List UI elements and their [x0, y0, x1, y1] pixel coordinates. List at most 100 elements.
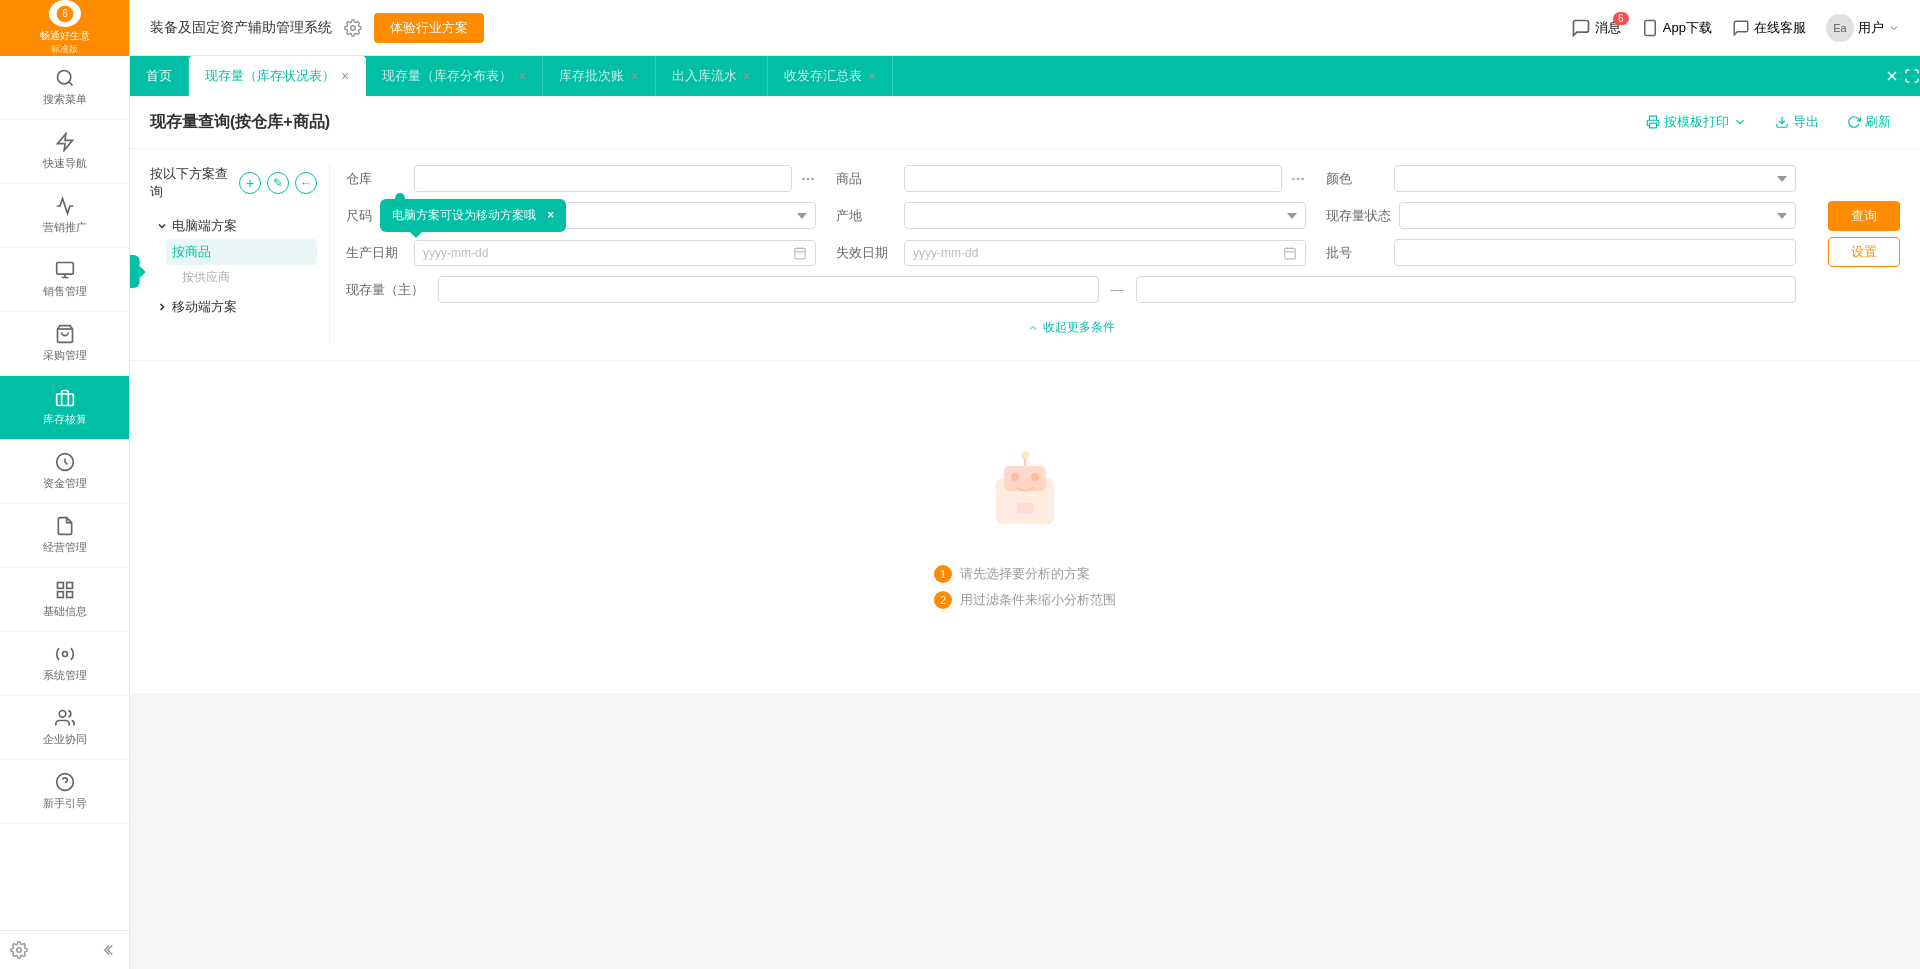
- tab-in-out-flow[interactable]: 出入库流水 ×: [656, 56, 768, 96]
- logo-icon: 6: [49, 0, 81, 27]
- app-download-btn[interactable]: App下载: [1641, 19, 1712, 37]
- content-area: 现存量查询(按仓库+商品) 按模板打印 导出 刷新: [130, 96, 1920, 969]
- sidebar-item-sales[interactable]: 销售管理: [0, 248, 129, 312]
- industry-btn[interactable]: 体验行业方案: [374, 13, 484, 43]
- expire-date-start[interactable]: yyyy-mm-dd: [904, 240, 1306, 266]
- system-settings-icon[interactable]: [344, 19, 362, 37]
- color-select[interactable]: [1394, 165, 1796, 192]
- online-service-btn[interactable]: 在线客服: [1732, 19, 1806, 37]
- empty-state: 1 请先选择要分析的方案 2 用过滤条件来缩小分析范围: [130, 361, 1920, 693]
- sidebar-item-basic[interactable]: 基础信息: [0, 568, 129, 632]
- sidebar-item-enterprise[interactable]: 企业协同: [0, 696, 129, 760]
- tab-inventory-status-close[interactable]: ×: [341, 69, 349, 83]
- dot-indicator: [395, 193, 405, 203]
- user-avatar: Ea: [1826, 14, 1854, 42]
- reset-btn[interactable]: 设置: [1828, 237, 1900, 267]
- message-btn[interactable]: 6 消息: [1571, 18, 1621, 38]
- svg-point-26: [1293, 178, 1294, 179]
- scheme-item-goods[interactable]: 按商品: [166, 239, 317, 265]
- sidebar-item-operations[interactable]: 经营管理: [0, 504, 129, 568]
- tooltip1-close[interactable]: ×: [547, 208, 554, 222]
- sidebar-item-marketing[interactable]: 营销推广: [0, 184, 129, 248]
- collapse-icon: [1027, 322, 1039, 334]
- tab-home-label: 首页: [146, 67, 172, 85]
- sidebar-item-purchase-label: 采购管理: [43, 348, 87, 363]
- back-scheme-btn[interactable]: ←: [295, 172, 317, 194]
- batch-input[interactable]: [1394, 239, 1796, 266]
- tooltip-scheme-info: 电脑方案可设为移动方案哦 ×: [380, 199, 566, 232]
- tab-inventory-dist[interactable]: 现存量（库存分布表） ×: [366, 56, 543, 96]
- top-header: 装备及固定资产辅助管理系统 体验行业方案 6 消息 App下载 在线客服 Ea …: [130, 0, 1920, 56]
- tab-recv-summary[interactable]: 收发存汇总表 ×: [768, 56, 893, 96]
- scheme-item-goods-label: 按商品: [172, 243, 211, 261]
- header-right: 6 消息 App下载 在线客服 Ea 用户: [1571, 14, 1900, 42]
- collapse-btn[interactable]: 收起更多条件: [346, 311, 1796, 344]
- tab-recv-summary-close[interactable]: ×: [868, 69, 876, 83]
- export-btn[interactable]: 导出: [1766, 108, 1828, 136]
- sidebar-item-marketing-label: 营销推广: [43, 220, 87, 235]
- origin-select[interactable]: [904, 202, 1306, 229]
- step1-num: 1: [934, 565, 952, 583]
- stock-qty-label: 现存量（主）: [346, 281, 426, 299]
- step1-text: 请先选择要分析的方案: [960, 565, 1090, 583]
- svg-rect-3: [56, 263, 73, 275]
- collapse-sidebar-icon[interactable]: [101, 941, 119, 959]
- close-all-tabs-icon[interactable]: [1884, 68, 1900, 84]
- produce-date-start[interactable]: yyyy-mm-dd: [414, 240, 816, 266]
- svg-rect-7: [57, 583, 63, 589]
- sidebar-item-search[interactable]: 搜索菜单: [0, 56, 129, 120]
- scheme-pc-group[interactable]: 电脑端方案: [150, 213, 317, 239]
- tab-inventory-dist-close[interactable]: ×: [518, 69, 526, 83]
- filter-goods: 商品: [836, 165, 1306, 192]
- sidebar-item-guide[interactable]: 新手引导: [0, 760, 129, 824]
- sidebar-item-sales-label: 销售管理: [43, 284, 87, 299]
- svg-point-27: [1297, 178, 1298, 179]
- maximize-icon[interactable]: [1904, 68, 1920, 84]
- scheme-mobile-group[interactable]: 移动端方案: [150, 294, 317, 320]
- user-label: 用户: [1858, 19, 1884, 37]
- scheme-mobile-label: 移动端方案: [172, 298, 237, 316]
- svg-rect-21: [1650, 123, 1657, 128]
- svg-point-43: [1021, 451, 1029, 459]
- sidebar-item-purchase[interactable]: 采购管理: [0, 312, 129, 376]
- sidebar-item-quick-nav[interactable]: 快速导航: [0, 120, 129, 184]
- stock-qty-min[interactable]: [438, 276, 1099, 303]
- tab-home[interactable]: 首页: [130, 56, 189, 96]
- search-action-area: 查询 设置: [1812, 165, 1900, 344]
- warehouse-input[interactable]: [414, 165, 792, 192]
- sidebar-item-finance[interactable]: 资金管理: [0, 440, 129, 504]
- logo-name: 畅通好生意: [40, 29, 90, 43]
- sidebar-item-inventory[interactable]: 库存核算: [0, 376, 129, 440]
- tab-in-out-flow-close[interactable]: ×: [743, 69, 751, 83]
- tab-batch-account[interactable]: 库存批次账 ×: [543, 56, 655, 96]
- settings-icon[interactable]: [10, 941, 28, 959]
- filter-warehouse: 仓库: [346, 165, 816, 192]
- tab-bar-actions: [1884, 68, 1920, 84]
- print-btn[interactable]: 按模板打印: [1637, 108, 1756, 136]
- scheme-item-supplier[interactable]: 按供应商: [166, 265, 317, 290]
- filter-stock-status: 现存量状态: [1326, 202, 1796, 229]
- collapse-label: 收起更多条件: [1043, 319, 1115, 336]
- edit-scheme-btn[interactable]: ✎: [267, 172, 289, 194]
- tab-batch-account-close[interactable]: ×: [630, 69, 638, 83]
- add-scheme-btn[interactable]: +: [239, 172, 261, 194]
- search-btn[interactable]: 查询: [1828, 201, 1900, 231]
- online-service-label: 在线客服: [1754, 19, 1806, 37]
- warehouse-more-icon[interactable]: [800, 171, 816, 187]
- goods-input[interactable]: [904, 165, 1282, 192]
- refresh-label: 刷新: [1865, 113, 1891, 131]
- refresh-btn[interactable]: 刷新: [1838, 108, 1900, 136]
- sidebar-item-system[interactable]: 系统管理: [0, 632, 129, 696]
- print-chevron-icon: [1733, 115, 1747, 129]
- scheme-pc-children: 按商品 按供应商: [150, 239, 317, 290]
- user-menu[interactable]: Ea 用户: [1826, 14, 1900, 42]
- stock-status-select[interactable]: [1399, 202, 1796, 229]
- tab-inventory-status[interactable]: 现存量（库存状况表） ×: [189, 56, 366, 96]
- sidebar-item-system-label: 系统管理: [43, 668, 87, 683]
- produce-date-label: 生产日期: [346, 244, 406, 262]
- message-badge: 6: [1613, 12, 1629, 25]
- stock-qty-max[interactable]: [1136, 276, 1797, 303]
- step2-num: 2: [934, 591, 952, 609]
- goods-more-icon[interactable]: [1290, 171, 1306, 187]
- svg-point-23: [803, 178, 804, 179]
